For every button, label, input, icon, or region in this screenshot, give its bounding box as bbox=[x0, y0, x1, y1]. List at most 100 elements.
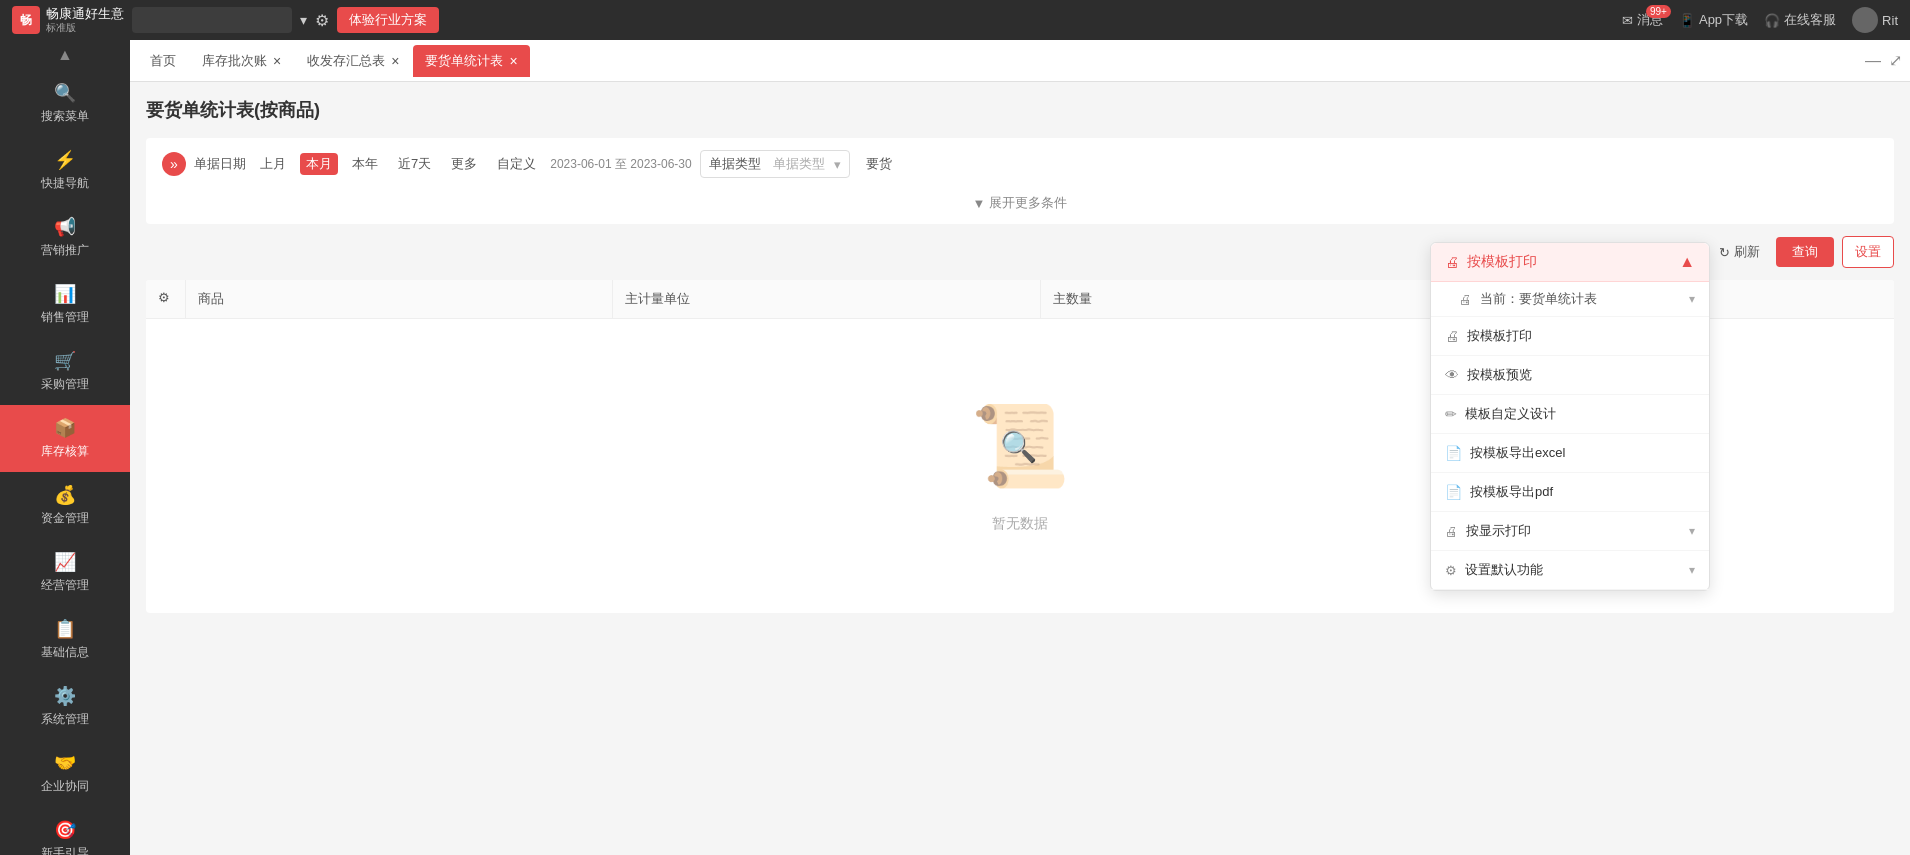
tab-batch-account[interactable]: 库存批次账 × bbox=[190, 45, 293, 77]
filter-expand-button[interactable]: » bbox=[162, 152, 186, 176]
filter-bar: » 单据日期 上月 本月 本年 近7天 更多 自定义 2023-06-01 至 … bbox=[146, 138, 1894, 224]
sidebar-item-collab[interactable]: 🤝 企业协同 bbox=[0, 740, 130, 807]
filter-last-month[interactable]: 上月 bbox=[254, 153, 292, 175]
app-logo: 畅 畅康通好生意 标准版 bbox=[12, 6, 124, 34]
print-dropdown: 🖨 按模板打印 ▲ 🖨 当前：要货单统计表 ▾ 🖨 按模板打印 bbox=[1430, 242, 1710, 591]
current-template-icon: 🖨 bbox=[1459, 292, 1472, 307]
default-func-chevron: ▾ bbox=[1689, 563, 1695, 577]
tab-close-receipt-summary[interactable]: × bbox=[391, 54, 399, 68]
message-icon: ✉ bbox=[1622, 13, 1633, 28]
settings-icon[interactable]: ⚙ bbox=[315, 11, 329, 30]
sidebar-item-inventory[interactable]: 📦 库存核算 bbox=[0, 405, 130, 472]
col-settings-icon: ⚙ bbox=[158, 290, 170, 305]
dropdown-default-func[interactable]: ⚙ 设置默认功能 ▾ bbox=[1431, 551, 1709, 590]
current-template-row[interactable]: 🖨 当前：要货单统计表 ▾ bbox=[1431, 282, 1709, 317]
expand-more-icon: ▼ bbox=[973, 196, 986, 211]
filter-more-dates[interactable]: 更多 bbox=[445, 153, 483, 175]
marketing-icon: 📢 bbox=[54, 216, 76, 238]
col-settings[interactable]: ⚙ bbox=[146, 280, 186, 318]
tab-order-summary[interactable]: 要货单统计表 × bbox=[413, 45, 529, 77]
doc-type-select[interactable]: 单据类型 单据类型 ▾ bbox=[700, 150, 850, 178]
app-subtitle: 标准版 bbox=[46, 22, 124, 34]
dropdown-template-design[interactable]: ✏ 模板自定义设计 bbox=[1431, 395, 1709, 434]
filter-last-7-days[interactable]: 近7天 bbox=[392, 153, 437, 175]
sidebar-item-purchase[interactable]: 🛒 采购管理 bbox=[0, 338, 130, 405]
basic-icon: 📋 bbox=[54, 618, 76, 640]
app-download-button[interactable]: 📱 App下载 bbox=[1679, 11, 1748, 29]
display-print-icon: 🖨 bbox=[1445, 524, 1458, 539]
sidebar-item-quick-nav[interactable]: ⚡ 快捷导航 bbox=[0, 137, 130, 204]
sidebar-item-marketing[interactable]: 📢 营销推广 bbox=[0, 204, 130, 271]
settings-button[interactable]: 设置 bbox=[1842, 236, 1894, 268]
search-dropdown-icon[interactable]: ▾ bbox=[300, 12, 307, 28]
print-dropdown-header-label: 按模板打印 bbox=[1467, 253, 1537, 271]
goods-type-label: 要货 bbox=[866, 155, 892, 173]
app-download-icon: 📱 bbox=[1679, 13, 1695, 28]
template-preview-icon: 👁 bbox=[1445, 367, 1459, 383]
finance-icon: 💰 bbox=[54, 484, 76, 506]
sidebar-item-guide[interactable]: 🎯 新手引导 bbox=[0, 807, 130, 855]
dropdown-template-print[interactable]: 🖨 按模板打印 bbox=[1431, 317, 1709, 356]
tab-minimize-button[interactable]: — bbox=[1865, 51, 1881, 70]
empty-illustration: 📜 🔍 bbox=[970, 399, 1070, 499]
tab-bar-right: — ⤢ bbox=[1865, 51, 1902, 70]
operation-icon: 📈 bbox=[54, 551, 76, 573]
trial-button[interactable]: 体验行业方案 bbox=[337, 7, 439, 33]
message-button[interactable]: ✉ 消息 99+ bbox=[1622, 11, 1663, 29]
dropdown-template-preview[interactable]: 👁 按模板预览 bbox=[1431, 356, 1709, 395]
sidebar-item-operation[interactable]: 📈 经营管理 bbox=[0, 539, 130, 606]
template-design-icon: ✏ bbox=[1445, 406, 1457, 422]
sidebar-item-basic[interactable]: 📋 基础信息 bbox=[0, 606, 130, 673]
collab-icon: 🤝 bbox=[54, 752, 76, 774]
system-icon: ⚙️ bbox=[54, 685, 76, 707]
message-badge: 99+ bbox=[1646, 5, 1671, 18]
sidebar-item-finance[interactable]: 💰 资金管理 bbox=[0, 472, 130, 539]
tab-receipt-summary[interactable]: 收发存汇总表 × bbox=[295, 45, 411, 77]
filter-expand-more-container: ▼ 展开更多条件 bbox=[162, 194, 1878, 212]
top-bar: 畅 畅康通好生意 标准版 ▾ ⚙ 体验行业方案 ✉ 消息 99+ 📱 App下载… bbox=[0, 0, 1910, 40]
export-excel-icon: 📄 bbox=[1445, 445, 1462, 461]
date-filter-label: 单据日期 bbox=[194, 155, 246, 173]
sales-icon: 📊 bbox=[54, 283, 76, 305]
print-dropdown-header[interactable]: 🖨 按模板打印 ▲ bbox=[1431, 243, 1709, 282]
dropdown-display-print[interactable]: 🖨 按显示打印 ▾ bbox=[1431, 512, 1709, 551]
dropdown-template-export-pdf[interactable]: 📄 按模板导出pdf bbox=[1431, 473, 1709, 512]
filter-custom-date[interactable]: 自定义 bbox=[491, 153, 542, 175]
tab-maximize-button[interactable]: ⤢ bbox=[1889, 51, 1902, 70]
search-menu-icon: 🔍 bbox=[54, 82, 76, 104]
dropdown-template-export-excel[interactable]: 📄 按模板导出excel bbox=[1431, 434, 1709, 473]
expand-more-button[interactable]: ▼ 展开更多条件 bbox=[973, 194, 1068, 212]
user-avatar[interactable]: Rit bbox=[1852, 7, 1898, 33]
refresh-button[interactable]: ↻ 刷新 bbox=[1711, 239, 1768, 265]
avatar-image bbox=[1852, 7, 1878, 33]
refresh-icon: ↻ bbox=[1719, 245, 1730, 260]
print-dropdown-header-icon: 🖨 bbox=[1445, 254, 1459, 270]
sidebar-scroll-up[interactable]: ▲ bbox=[0, 40, 130, 70]
tab-home[interactable]: 首页 bbox=[138, 45, 188, 77]
current-template-label: 当前：要货单统计表 bbox=[1480, 290, 1597, 308]
filter-this-year[interactable]: 本年 bbox=[346, 153, 384, 175]
col-unit: 主计量单位 bbox=[613, 280, 1040, 318]
template-print-icon: 🖨 bbox=[1445, 328, 1459, 344]
sidebar: ▲ 🔍 搜索菜单 ⚡ 快捷导航 📢 营销推广 📊 销售管理 🛒 采购管理 📦 库… bbox=[0, 40, 130, 855]
display-print-chevron: ▾ bbox=[1689, 524, 1695, 538]
main-layout: ▲ 🔍 搜索菜单 ⚡ 快捷导航 📢 营销推广 📊 销售管理 🛒 采购管理 📦 库… bbox=[0, 40, 1910, 855]
doc-type-dropdown-icon: ▾ bbox=[834, 157, 841, 172]
tab-bar: 首页 库存批次账 × 收发存汇总表 × 要货单统计表 × — ⤢ bbox=[130, 40, 1910, 82]
online-service-button[interactable]: 🎧 在线客服 bbox=[1764, 11, 1836, 29]
default-func-icon: ⚙ bbox=[1445, 563, 1457, 578]
col-quantity: 主数量 bbox=[1041, 280, 1468, 318]
sidebar-item-sales[interactable]: 📊 销售管理 bbox=[0, 271, 130, 338]
sidebar-item-search[interactable]: 🔍 搜索菜单 bbox=[0, 70, 130, 137]
date-range-display: 2023-06-01 至 2023-06-30 bbox=[550, 156, 691, 173]
col-goods: 商品 bbox=[186, 280, 613, 318]
export-pdf-icon: 📄 bbox=[1445, 484, 1462, 500]
tab-close-order-summary[interactable]: × bbox=[509, 54, 517, 68]
purchase-icon: 🛒 bbox=[54, 350, 76, 372]
tab-close-batch-account[interactable]: × bbox=[273, 54, 281, 68]
sidebar-item-system[interactable]: ⚙️ 系统管理 bbox=[0, 673, 130, 740]
query-button[interactable]: 查询 bbox=[1776, 237, 1834, 267]
empty-text: 暂无数据 bbox=[992, 515, 1048, 533]
filter-this-month[interactable]: 本月 bbox=[300, 153, 338, 175]
search-input[interactable] bbox=[132, 7, 292, 33]
